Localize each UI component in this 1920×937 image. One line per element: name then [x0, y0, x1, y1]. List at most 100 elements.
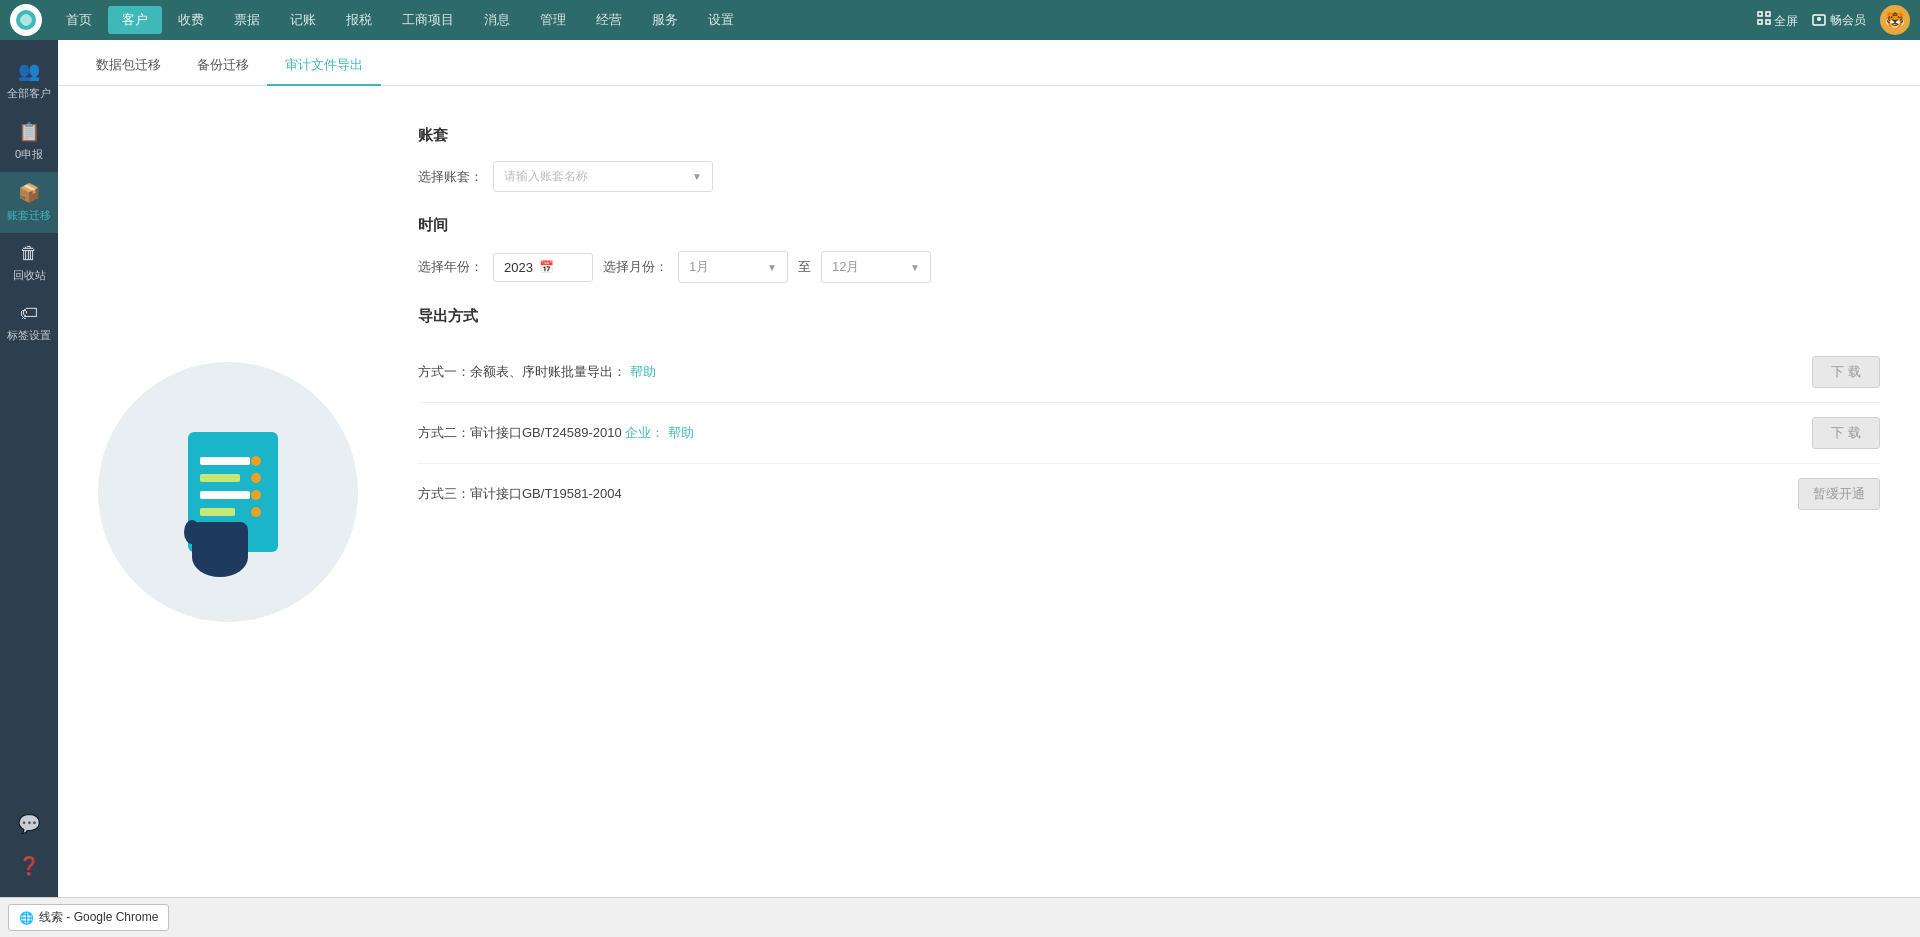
nav-business[interactable]: 工商项目 [388, 6, 468, 34]
export-section-title: 导出方式 [418, 307, 1880, 326]
sidebar: 👥 全部客户 📋 0申报 📦 账套迁移 🗑 回收站 🏷 标签设置 💬 ❓ [0, 40, 58, 897]
nav-manage[interactable]: 管理 [526, 6, 580, 34]
time-section-title: 时间 [418, 216, 1880, 235]
sidebar-item-account-migration[interactable]: 📦 账套迁移 [0, 172, 58, 233]
svg-point-14 [251, 490, 261, 500]
sidebar-item-all-clients[interactable]: 👥 全部客户 [0, 50, 58, 111]
nav-tax[interactable]: 报税 [332, 6, 386, 34]
taskbar: 🌐 线索 - Google Chrome [0, 897, 1920, 937]
app-logo [10, 4, 42, 36]
account-section-title: 账套 [418, 126, 1880, 145]
tab-backup-migration[interactable]: 备份迁移 [179, 46, 267, 86]
illustration-circle [98, 362, 358, 622]
member-button[interactable]: 畅会员 [1812, 12, 1866, 29]
nav-invoice[interactable]: 票据 [220, 6, 274, 34]
method-1-text: 方式一：余额表、序时账批量导出： 帮助 [418, 363, 656, 381]
chat-icon: 💬 [18, 813, 40, 835]
tab-data-migration[interactable]: 数据包迁移 [78, 46, 179, 86]
account-placeholder: 请输入账套名称 [504, 168, 588, 185]
chrome-icon: 🌐 [19, 911, 34, 925]
nav-fee[interactable]: 收费 [164, 6, 218, 34]
svg-point-18 [184, 520, 200, 544]
method-2-download-button[interactable]: 下 载 [1812, 417, 1880, 449]
tab-bar: 数据包迁移 备份迁移 审计文件导出 [58, 40, 1920, 86]
sidebar-item-help[interactable]: ❓ [0, 845, 58, 887]
nav-home[interactable]: 首页 [52, 6, 106, 34]
sidebar-bottom: 💬 ❓ [0, 803, 58, 897]
month-label: 选择月份： [603, 258, 668, 276]
account-select-label: 选择账套： [418, 168, 483, 186]
svg-rect-4 [1766, 20, 1770, 24]
page-content: 账套 选择账套： 请输入账套名称 ▼ 时间 选择年份： [58, 86, 1920, 897]
time-row: 选择年份： 2023 📅 选择月份： 1月 ▼ 至 12月 [418, 251, 1880, 283]
svg-rect-19 [200, 474, 240, 482]
method-2-company-label: 企业： [625, 425, 664, 440]
year-label: 选择年份： [418, 258, 483, 276]
main-layout: 👥 全部客户 📋 0申报 📦 账套迁移 🗑 回收站 🏷 标签设置 💬 ❓ [0, 40, 1920, 897]
method-3-row: 方式三：审计接口GB/T19581-2004 暂缓开通 [418, 464, 1880, 524]
svg-point-13 [251, 473, 261, 483]
recycle-icon: 🗑 [20, 243, 38, 264]
account-chevron-icon: ▼ [692, 171, 702, 182]
top-navigation: 首页 客户 收费 票据 记账 报税 工商项目 消息 管理 经营 服务 设置 全屏… [0, 0, 1920, 40]
fullscreen-button[interactable]: 全屏 [1757, 11, 1798, 30]
method-3-open-button[interactable]: 暂缓开通 [1798, 478, 1880, 510]
all-clients-icon: 👥 [18, 60, 40, 82]
time-section: 时间 选择年份： 2023 📅 选择月份： 1月 ▼ 至 [418, 216, 1880, 283]
illustration-area [98, 116, 358, 867]
year-value: 2023 [504, 260, 533, 275]
sidebar-item-chat[interactable]: 💬 [0, 803, 58, 845]
account-migration-icon: 📦 [18, 182, 40, 204]
tag-settings-icon: 🏷 [20, 303, 38, 324]
year-input[interactable]: 2023 📅 [493, 253, 593, 282]
content-area: 数据包迁移 备份迁移 审计文件导出 [58, 40, 1920, 897]
account-section: 账套 选择账套： 请输入账套名称 ▼ [418, 126, 1880, 192]
calendar-icon: 📅 [539, 260, 554, 274]
nav-settings[interactable]: 设置 [694, 6, 748, 34]
nav-message[interactable]: 消息 [470, 6, 524, 34]
help-icon: ❓ [18, 855, 40, 877]
month-end-dropdown[interactable]: 12月 ▼ [821, 251, 931, 283]
svg-point-6 [1817, 17, 1821, 21]
method-1-row: 方式一：余额表、序时账批量导出： 帮助 下 载 [418, 342, 1880, 403]
svg-point-12 [251, 456, 261, 466]
nav-client[interactable]: 客户 [108, 6, 162, 34]
month-start-chevron-icon: ▼ [767, 262, 777, 273]
sidebar-item-zero-report[interactable]: 📋 0申报 [0, 111, 58, 172]
method-1-download-button[interactable]: 下 载 [1812, 356, 1880, 388]
svg-rect-2 [1766, 12, 1770, 16]
nav-right-area: 全屏 畅会员 🐯 [1757, 5, 1910, 35]
form-area: 账套 选择账套： 请输入账套名称 ▼ 时间 选择年份： [418, 116, 1880, 867]
time-separator: 至 [798, 258, 811, 276]
nav-menu: 首页 客户 收费 票据 记账 报税 工商项目 消息 管理 经营 服务 设置 [52, 6, 1757, 34]
nav-accounting[interactable]: 记账 [276, 6, 330, 34]
sidebar-item-tag-settings[interactable]: 🏷 标签设置 [0, 293, 58, 353]
chrome-label: 线索 - Google Chrome [39, 909, 158, 926]
svg-rect-10 [200, 491, 250, 499]
month-start-dropdown[interactable]: 1月 ▼ [678, 251, 788, 283]
method-1-help-link[interactable]: 帮助 [630, 364, 656, 379]
account-select-dropdown[interactable]: 请输入账套名称 ▼ [493, 161, 713, 192]
svg-rect-1 [1758, 12, 1762, 16]
tab-audit-export[interactable]: 审计文件导出 [267, 46, 381, 86]
account-select-row: 选择账套： 请输入账套名称 ▼ [418, 161, 1880, 192]
svg-rect-8 [200, 457, 250, 465]
nav-service[interactable]: 服务 [638, 6, 692, 34]
month-end-value: 12月 [832, 258, 859, 276]
export-section: 导出方式 方式一：余额表、序时账批量导出： 帮助 下 载 方式二：审计接口GB/… [418, 307, 1880, 524]
month-start-value: 1月 [689, 258, 709, 276]
method-2-text: 方式二：审计接口GB/T24589-2010 企业： 帮助 [418, 424, 694, 442]
method-2-help-link[interactable]: 帮助 [668, 425, 694, 440]
taskbar-chrome-item[interactable]: 🌐 线索 - Google Chrome [8, 904, 169, 931]
svg-rect-20 [200, 508, 235, 516]
svg-rect-3 [1758, 20, 1762, 24]
month-end-chevron-icon: ▼ [910, 262, 920, 273]
svg-point-15 [251, 507, 261, 517]
method-2-row: 方式二：审计接口GB/T24589-2010 企业： 帮助 下 载 [418, 403, 1880, 464]
sidebar-item-recycle[interactable]: 🗑 回收站 [0, 233, 58, 293]
nav-operation[interactable]: 经营 [582, 6, 636, 34]
user-avatar[interactable]: 🐯 [1880, 5, 1910, 35]
zero-report-icon: 📋 [18, 121, 40, 143]
method-3-text: 方式三：审计接口GB/T19581-2004 [418, 485, 622, 503]
svg-rect-17 [192, 522, 248, 562]
